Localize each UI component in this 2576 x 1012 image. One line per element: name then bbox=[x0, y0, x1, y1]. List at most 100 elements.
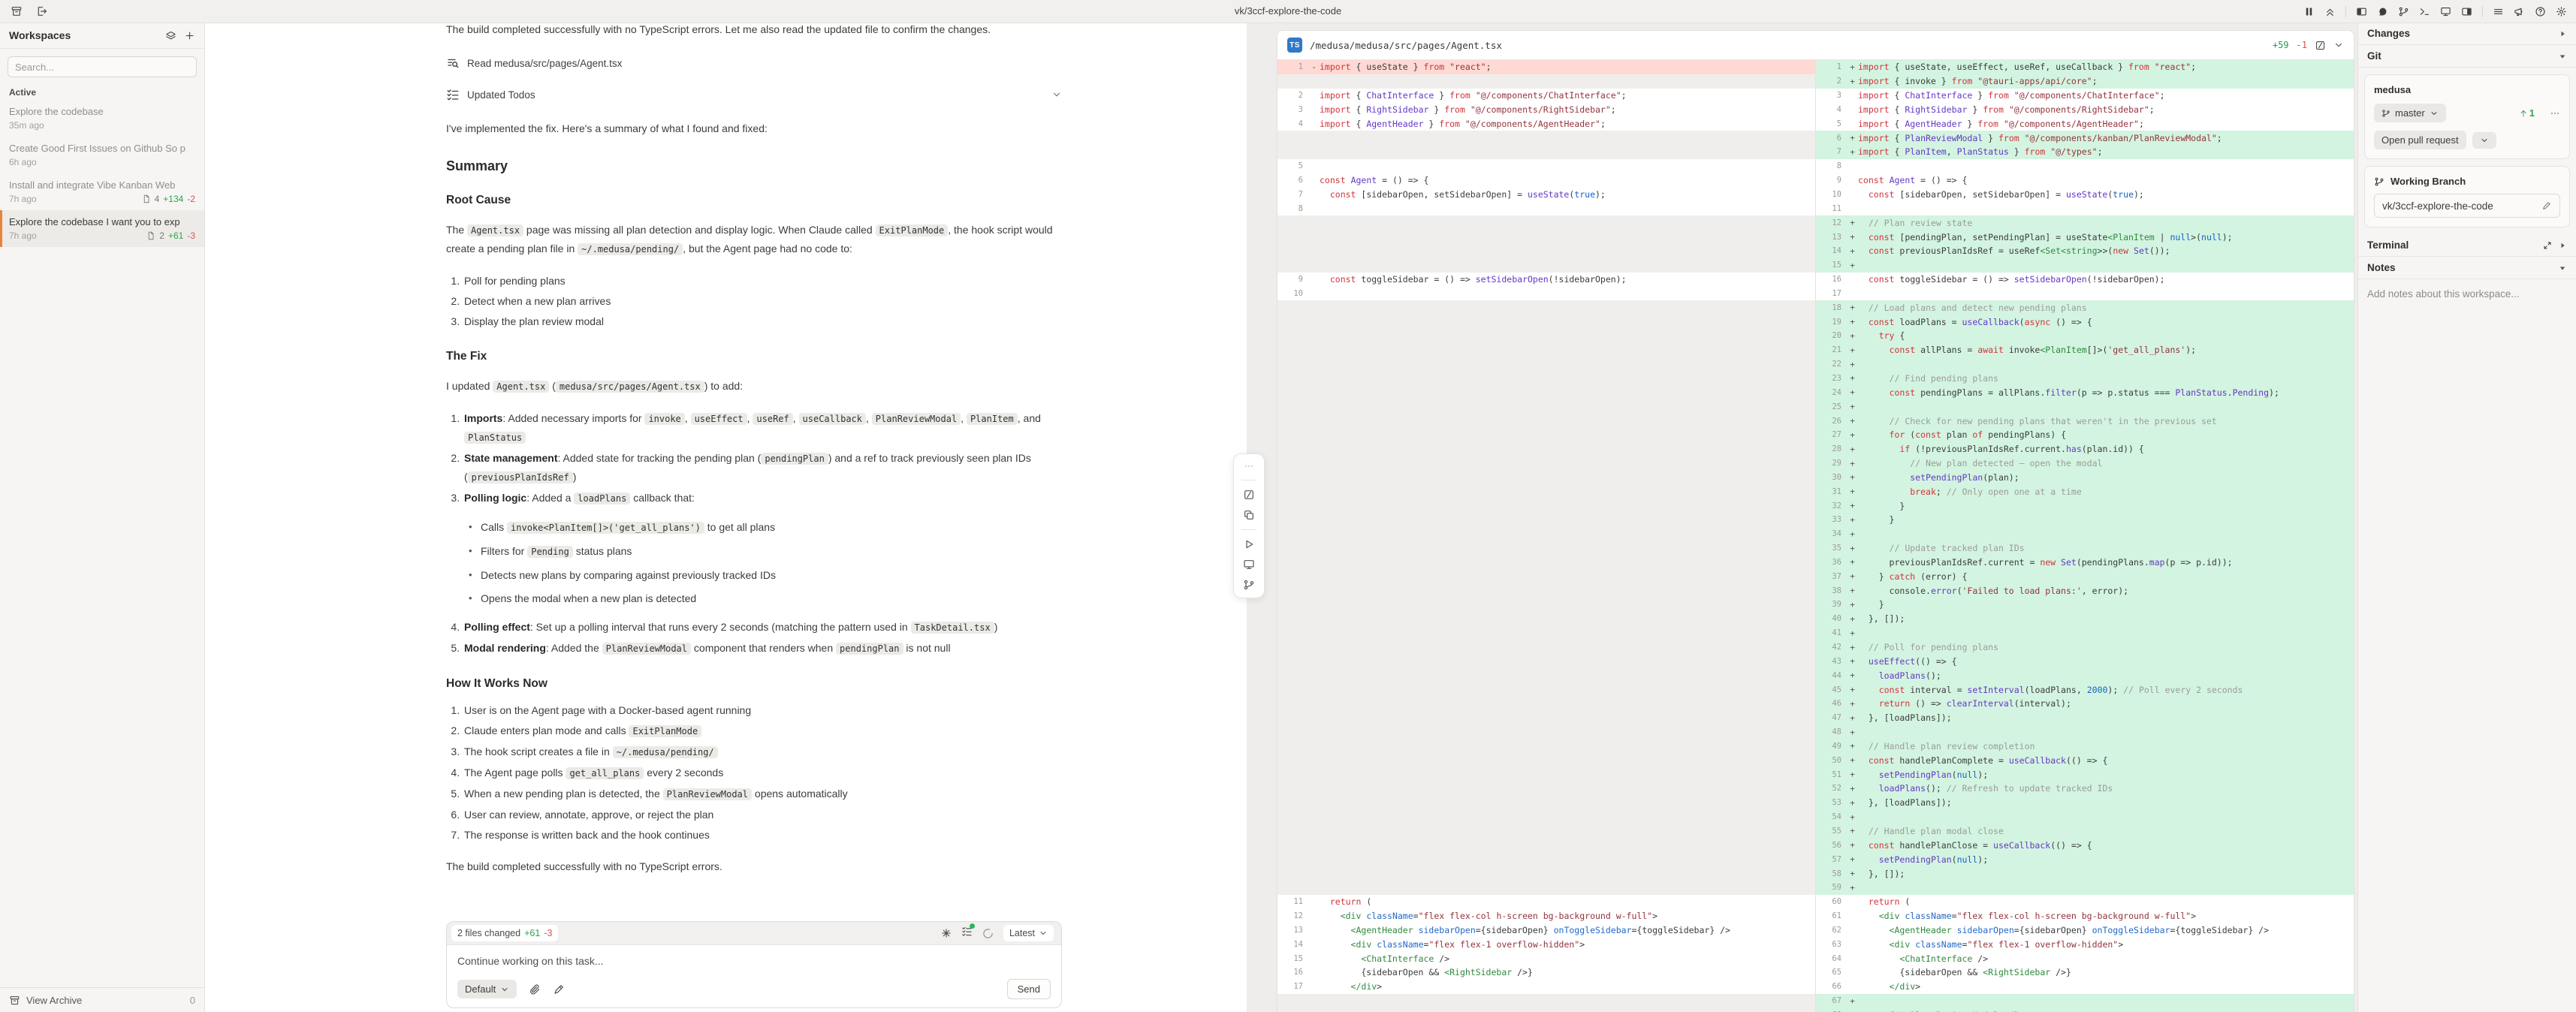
collapse-all-icon[interactable] bbox=[2324, 6, 2336, 17]
chevron-down-icon[interactable] bbox=[1051, 89, 1062, 100]
list-item: User is on the Agent page with a Docker-… bbox=[463, 701, 1062, 719]
diff-row bbox=[1277, 145, 1815, 159]
workspace-item[interactable]: Create Good First Issues on Github So p6… bbox=[0, 137, 204, 173]
git-branch-icon bbox=[2381, 109, 2390, 118]
diff-row: 65 {sidebarOpen && <RightSidebar />} bbox=[1816, 965, 2354, 980]
diff-file-header[interactable]: TS /medusa/medusa/src/pages/Agent.tsx +5… bbox=[1277, 31, 2354, 60]
pause-icon[interactable] bbox=[2303, 6, 2315, 17]
preview-icon[interactable] bbox=[1243, 559, 1255, 571]
run-icon[interactable] bbox=[1243, 538, 1255, 550]
message-heading: The Fix bbox=[446, 350, 1062, 363]
workspace-item[interactable]: Explore the codebase 35m ago bbox=[0, 100, 204, 137]
todos-icon bbox=[446, 88, 460, 101]
ahead-count: 1 bbox=[2529, 107, 2535, 119]
help-icon[interactable] bbox=[2535, 6, 2546, 17]
diff-row: 68+ {/* Plan Review Modal */} bbox=[1816, 1008, 2354, 1012]
section-git[interactable]: Git bbox=[2358, 45, 2576, 68]
files-changed-label: 2 files changed bbox=[457, 928, 520, 938]
diff-area: TS /medusa/medusa/src/pages/Agent.tsx +5… bbox=[1247, 23, 2357, 1012]
diff-row: 16 {sidebarOpen && <RightSidebar />} bbox=[1277, 965, 1815, 980]
diff-row bbox=[1277, 866, 1815, 881]
git-branch-icon[interactable] bbox=[1243, 579, 1255, 591]
add-workspace-icon[interactable] bbox=[184, 30, 195, 41]
toggle-diff-icon[interactable] bbox=[1243, 489, 1255, 501]
message-input[interactable]: Continue working on this task... Default… bbox=[447, 945, 1061, 1007]
notes-placeholder[interactable]: Add notes about this workspace... bbox=[2358, 279, 2576, 309]
diff-deletions: -1 bbox=[2297, 40, 2307, 50]
attach-icon[interactable] bbox=[529, 983, 541, 995]
panel-left-icon[interactable] bbox=[2356, 6, 2367, 17]
mode-dropdown[interactable]: Default bbox=[457, 980, 517, 998]
git-branch-icon[interactable] bbox=[2398, 6, 2409, 17]
panel-right-icon[interactable] bbox=[2461, 6, 2472, 17]
branch-dropdown[interactable]: master bbox=[2374, 104, 2446, 122]
section-terminal[interactable]: Terminal bbox=[2358, 234, 2576, 257]
diff-row: 11 bbox=[1816, 201, 2354, 215]
workspace-item[interactable]: Explore the codebase I want you to exp7h… bbox=[0, 210, 204, 247]
chat-icon[interactable] bbox=[2377, 6, 2388, 17]
collapse-file-icon[interactable] bbox=[2333, 40, 2344, 50]
diff-pane-old: 1-import { useState } from "react";2impo… bbox=[1277, 60, 1816, 1012]
expand-icon[interactable] bbox=[2543, 241, 2552, 250]
megaphone-icon[interactable] bbox=[2514, 6, 2525, 17]
diff-row bbox=[1277, 428, 1815, 442]
diff-row: 13+ const [pendingPlan, setPendingPlan] … bbox=[1816, 230, 2354, 244]
workspace-item[interactable]: Install and integrate Vibe Kanban Web7h … bbox=[0, 173, 204, 210]
draw-icon[interactable] bbox=[553, 983, 565, 995]
right-sidebar: Changes Git medusa master 1 Open pull re… bbox=[2357, 23, 2576, 1012]
working-branch-label: Working Branch bbox=[2390, 176, 2466, 187]
terminal-icon[interactable] bbox=[2419, 6, 2430, 17]
layers-icon[interactable] bbox=[165, 30, 176, 41]
inline-code: useEffect bbox=[691, 413, 747, 425]
workspace-time: 35m ago bbox=[9, 120, 44, 131]
working-branch-input[interactable]: vk/3ccf-explore-the-code bbox=[2374, 194, 2560, 218]
menu-icon[interactable] bbox=[2493, 6, 2504, 17]
settings-icon[interactable] bbox=[2556, 6, 2567, 17]
section-changes[interactable]: Changes bbox=[2358, 23, 2576, 45]
view-archive-button[interactable]: View Archive 0 bbox=[0, 987, 204, 1012]
copy-icon[interactable] bbox=[1243, 509, 1255, 521]
diff-row: 45+ const interval = setInterval(loadPla… bbox=[1816, 682, 2354, 697]
open-pull-request-button[interactable]: Open pull request bbox=[2374, 131, 2466, 149]
workspace-title: Create Good First Issues on Github So p bbox=[9, 143, 195, 154]
diff-row bbox=[1277, 414, 1815, 428]
inline-code: PlanReviewModal bbox=[663, 788, 752, 800]
send-button[interactable]: Send bbox=[1007, 979, 1051, 999]
diff-row: 24+ const pendingPlans = allPlans.filter… bbox=[1816, 385, 2354, 399]
diff-row: 36+ previousPlanIdsRef.current = new Set… bbox=[1816, 556, 2354, 570]
workspace-title: Explore the codebase bbox=[9, 106, 195, 117]
section-notes[interactable]: Notes bbox=[2358, 257, 2576, 279]
message-list: Calls invoke<PlanItem[]>('get_all_plans'… bbox=[446, 518, 1062, 607]
diff-row bbox=[1277, 215, 1815, 230]
chevron-down-icon bbox=[1039, 929, 1048, 938]
diff-row bbox=[1277, 753, 1815, 767]
monitor-icon[interactable] bbox=[2440, 6, 2451, 17]
tool-call-row[interactable]: Read medusa/src/pages/Agent.tsx bbox=[446, 56, 1062, 70]
chat-history[interactable]: npm run build 2>&1 | tail -80The build c… bbox=[446, 23, 1062, 920]
diff-row bbox=[1277, 131, 1815, 145]
workspace-search bbox=[8, 56, 197, 77]
pr-options-button[interactable] bbox=[2472, 132, 2496, 149]
chevron-right-icon bbox=[2558, 29, 2567, 38]
drag-handle-icon[interactable] bbox=[1244, 461, 1254, 471]
diff-row: 7 const [sidebarOpen, setSidebarOpen] = … bbox=[1277, 188, 1815, 202]
diff-row: 17 </div> bbox=[1277, 980, 1815, 994]
spark-icon[interactable] bbox=[941, 928, 952, 938]
search-input[interactable] bbox=[8, 56, 197, 77]
split-view-icon[interactable] bbox=[2315, 40, 2326, 51]
inline-code: pendingPlan bbox=[836, 643, 903, 655]
version-dropdown[interactable]: Latest bbox=[1003, 925, 1054, 941]
files-changed-badge[interactable]: 2 files changed +61 -3 bbox=[451, 925, 558, 941]
diff-row bbox=[1277, 626, 1815, 640]
diff-row bbox=[1277, 640, 1815, 655]
tool-call-row[interactable]: Updated Todos bbox=[446, 88, 1062, 101]
diff-row bbox=[1277, 598, 1815, 612]
more-options-icon[interactable] bbox=[2550, 108, 2560, 119]
diff-row: 52+ loadPlans(); // Refresh to update tr… bbox=[1816, 782, 2354, 796]
edit-icon[interactable] bbox=[2541, 200, 2552, 211]
diff-row: 62 <AgentHeader sidebarOpen={sidebarOpen… bbox=[1816, 923, 2354, 937]
todos-status-button[interactable] bbox=[961, 926, 973, 941]
workspace-time: 7h ago bbox=[9, 194, 37, 204]
diff-row bbox=[1277, 315, 1815, 329]
message-placeholder: Continue working on this task... bbox=[457, 955, 1051, 967]
